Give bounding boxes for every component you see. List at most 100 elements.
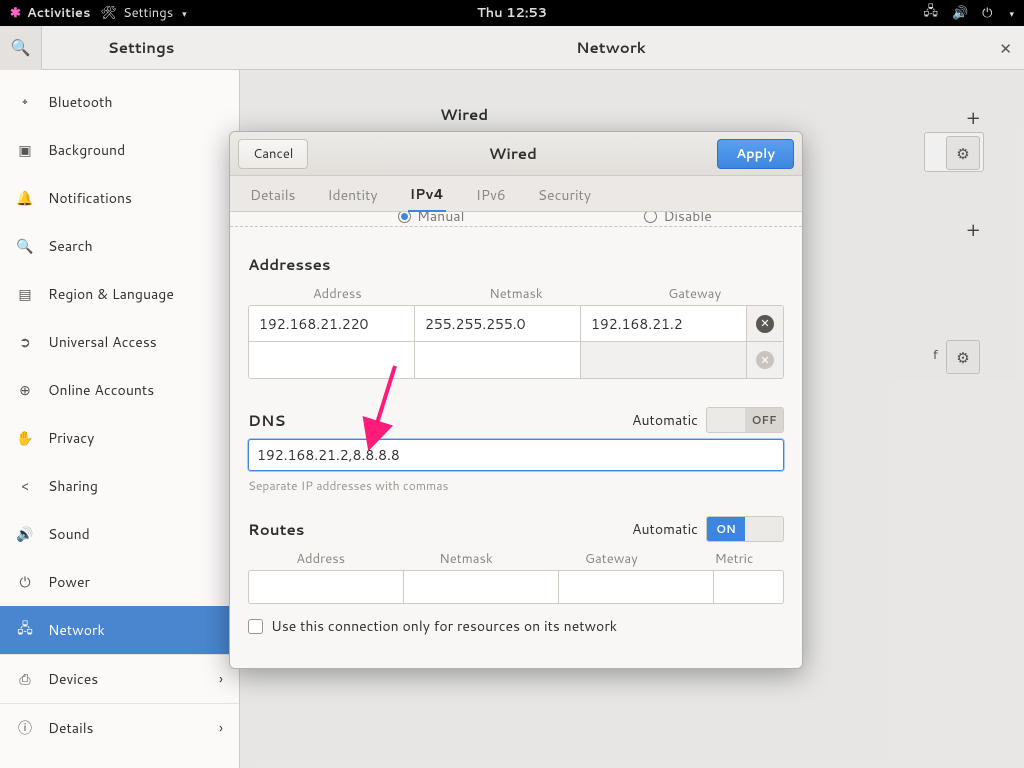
panel-title: Network: [240, 37, 1024, 58]
dialog-headerbar: Cancel Wired Apply: [230, 132, 802, 176]
switch-off-label: OFF: [745, 517, 783, 541]
sidebar-item-label: Details: [48, 718, 94, 738]
netmask-input[interactable]: [415, 342, 581, 378]
delete-row-button[interactable]: ✕: [747, 306, 783, 341]
apply-button[interactable]: Apply: [717, 139, 794, 169]
system-menu-chevron-icon[interactable]: ▾: [1009, 7, 1014, 20]
activities-button[interactable]: ✱ Activities: [10, 4, 90, 22]
bluetooth-icon: ᛭: [16, 92, 34, 112]
checkbox-icon: [248, 619, 263, 634]
search-button[interactable]: 🔍: [0, 26, 42, 70]
switch-on-label: ON: [707, 517, 745, 541]
sidebar-item-label: Universal Access: [48, 332, 157, 352]
method-manual-radio[interactable]: Manual: [398, 212, 464, 226]
sidebar-item-sharing[interactable]: < Sharing: [0, 462, 239, 510]
chevron-right-icon: ›: [219, 669, 223, 689]
tab-ipv4[interactable]: IPv4: [408, 176, 446, 213]
delete-icon: ✕: [756, 315, 774, 333]
tab-security[interactable]: Security: [536, 177, 593, 211]
checkbox-label: Use this connection only for resources o…: [271, 616, 617, 636]
method-disable-radio[interactable]: Disable: [644, 212, 711, 226]
apply-label: Apply: [736, 145, 775, 163]
sidebar-item-region[interactable]: ▤Region & Language: [0, 270, 239, 318]
dns-servers-input[interactable]: [248, 439, 784, 471]
wrench-icon: 🛠: [100, 4, 117, 22]
chevron-down-icon: ▾: [182, 7, 187, 20]
delete-row-button: ✕: [747, 342, 783, 378]
dialog-tabs: Details Identity IPv4 IPv6 Security: [230, 176, 802, 212]
radio-label: Disable: [663, 212, 711, 226]
gateway-input[interactable]: [581, 342, 747, 378]
radio-label: Manual: [417, 212, 464, 226]
address-input[interactable]: [249, 306, 415, 341]
display-icon: ▣: [16, 140, 34, 160]
sidebar-item-universal-access[interactable]: ➲Universal Access: [0, 318, 239, 366]
activities-label: Activities: [27, 4, 91, 22]
sidebar-item-sound[interactable]: 🔊Sound: [0, 510, 239, 558]
sidebar-item-label: Privacy: [48, 428, 94, 448]
route-gateway-input[interactable]: [559, 571, 714, 603]
share-icon: <: [16, 476, 34, 496]
sidebar-item-devices[interactable]: ⎙ Devices ›: [0, 655, 239, 703]
delete-icon: ✕: [756, 351, 774, 369]
sidebar-item-label: Sharing: [48, 476, 98, 496]
gateway-input[interactable]: [581, 306, 747, 341]
routes-automatic-switch[interactable]: ON OFF: [706, 516, 784, 542]
route-address-input[interactable]: [249, 571, 404, 603]
tab-details[interactable]: Details: [248, 177, 298, 211]
sidebar-item-online-accounts[interactable]: ⊕Online Accounts: [0, 366, 239, 414]
speaker-icon: 🔊: [16, 524, 34, 544]
close-button[interactable]: ✕: [999, 38, 1012, 59]
cancel-label: Cancel: [253, 145, 293, 163]
sidebar-item-label: Notifications: [48, 188, 132, 208]
route-metric-input[interactable]: [714, 571, 784, 603]
sidebar-item-bluetooth[interactable]: ᛭Bluetooth: [0, 78, 239, 126]
volume-icon[interactable]: 🔊: [952, 4, 968, 22]
col-address: Address: [248, 285, 427, 303]
col-netmask: Netmask: [393, 550, 538, 568]
cloud-icon: ⊕: [16, 380, 34, 400]
network-indicator-icon[interactable]: 🖧: [923, 2, 938, 24]
power-icon: ⏻: [16, 572, 34, 592]
dns-label: DNS: [248, 410, 286, 431]
connection-editor-dialog: Cancel Wired Apply Details Identity IPv4…: [229, 131, 803, 669]
automatic-label: Automatic: [632, 519, 698, 539]
sidebar-item-details[interactable]: ⓘDetails›: [0, 704, 239, 752]
power-icon[interactable]: ⏻: [982, 4, 992, 22]
sidebar-item-power[interactable]: ⏻Power: [0, 558, 239, 606]
clock[interactable]: Thu 12:53: [477, 4, 547, 22]
sidebar-item-label: Devices: [48, 669, 98, 689]
address-row: ✕: [249, 306, 783, 342]
ipv4-page: Manual Disable Addresses Address Netmask…: [230, 212, 802, 668]
route-netmask-input[interactable]: [404, 571, 559, 603]
netmask-input[interactable]: [415, 306, 581, 341]
sidebar-item-background[interactable]: ▣ Background: [0, 126, 239, 174]
devices-icon: ⎙: [16, 669, 34, 689]
dns-automatic-switch[interactable]: ON OFF: [706, 407, 784, 433]
sidebar-item-notifications[interactable]: 🔔Notifications: [0, 174, 239, 222]
only-resources-checkbox[interactable]: Use this connection only for resources o…: [248, 616, 784, 636]
routes-label: Routes: [248, 519, 304, 540]
search-icon: 🔍: [16, 236, 34, 256]
address-input[interactable]: [249, 342, 415, 378]
globe-icon: ▤: [16, 284, 34, 304]
app-menu-label: Settings: [123, 4, 173, 22]
cancel-button[interactable]: Cancel: [238, 139, 308, 169]
settings-headerbar: 🔍 Settings Network ✕: [0, 26, 1024, 70]
sidebar-title: Settings: [42, 37, 240, 58]
tab-identity[interactable]: Identity: [326, 177, 380, 211]
sidebar-item-network[interactable]: 🖧Network: [0, 606, 239, 654]
app-menu[interactable]: 🛠 Settings ▾: [100, 4, 186, 22]
settings-sidebar: ᛭Bluetooth ▣Background 🔔Notifications 🔍S…: [0, 70, 240, 768]
switch-off-label: OFF: [745, 408, 783, 432]
sidebar-item-label: Background: [48, 140, 125, 160]
radio-dot-icon: [644, 212, 657, 223]
dialog-title: Wired: [308, 143, 717, 164]
col-metric: Metric: [684, 550, 784, 568]
sidebar-item-privacy[interactable]: ✋Privacy: [0, 414, 239, 462]
col-netmask: Netmask: [427, 285, 606, 303]
tab-ipv6[interactable]: IPv6: [474, 177, 508, 211]
sidebar-item-search[interactable]: 🔍Search: [0, 222, 239, 270]
dns-hint: Separate IP addresses with commas: [248, 477, 784, 494]
col-gateway: Gateway: [605, 285, 784, 303]
